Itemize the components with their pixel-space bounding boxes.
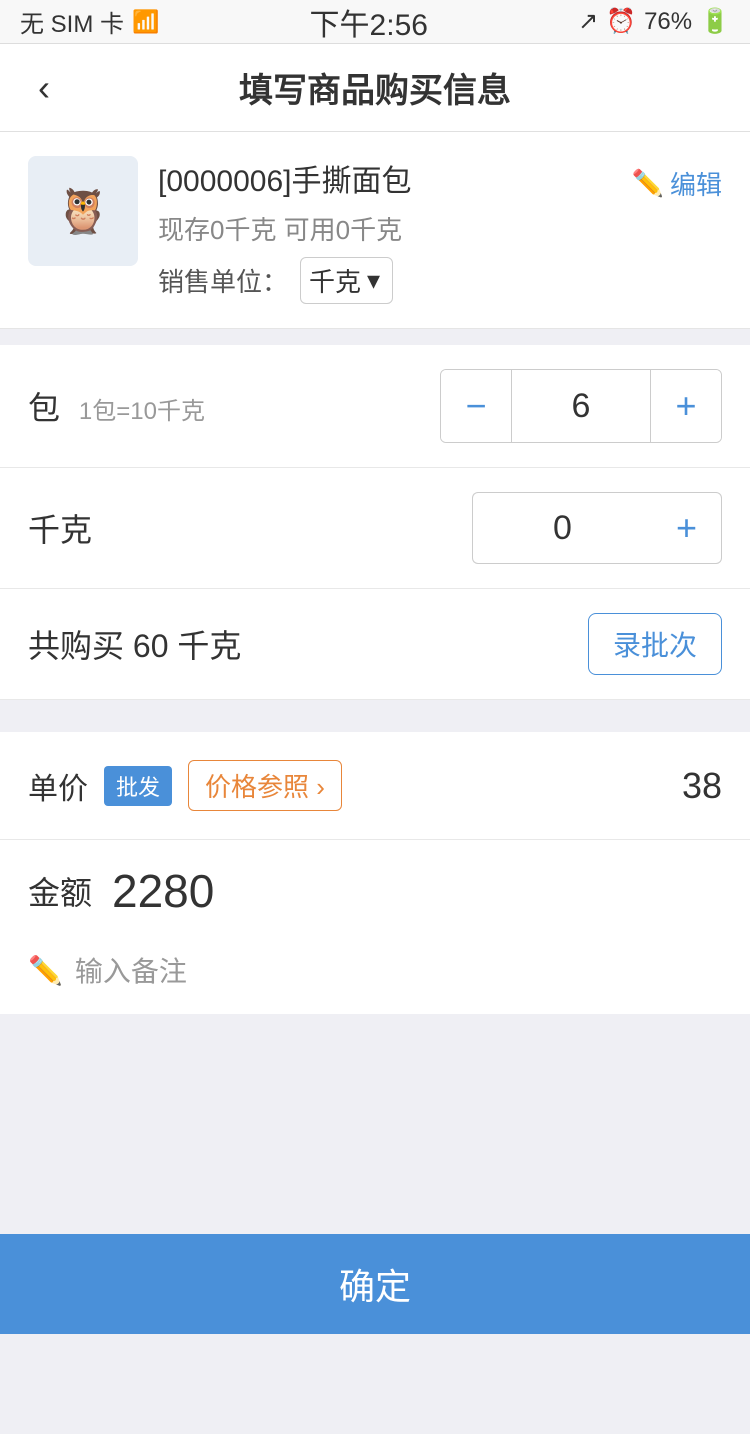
- status-right: ↗ ⏰ 76% 🔋: [578, 7, 730, 36]
- amount-label: 金额: [28, 868, 92, 914]
- price-label: 单价: [28, 764, 88, 808]
- separator-2: [0, 700, 750, 716]
- remark-row[interactable]: ✏️ 输入备注: [28, 934, 722, 1014]
- alarm-icon: ⏰: [606, 7, 636, 36]
- unit-value: 千克: [309, 262, 361, 299]
- unit-label: 销售单位：: [158, 262, 288, 299]
- product-unit-row: 销售单位： 千克 ▾: [158, 257, 722, 304]
- status-time: 下午2:56: [310, 0, 428, 44]
- price-type-tag: 批发: [104, 766, 172, 806]
- amount-row: 金额 2280: [28, 864, 722, 918]
- status-bar: 无 SIM 卡 📶 下午2:56 ↗ ⏰ 76% 🔋: [0, 0, 750, 44]
- edit-label: 编辑: [670, 165, 722, 202]
- batch-button[interactable]: 录批次: [588, 613, 722, 675]
- unit-select[interactable]: 千克 ▾: [300, 257, 393, 304]
- bao-minus-button[interactable]: −: [441, 370, 511, 442]
- amount-value: 2280: [112, 864, 214, 918]
- nav-bar: ‹ 填写商品购买信息: [0, 44, 750, 132]
- price-section: 单价 批发 价格参照 › 38: [0, 732, 750, 840]
- remark-placeholder: 输入备注: [75, 950, 187, 990]
- price-value: 38: [682, 765, 722, 807]
- confirm-button[interactable]: 确定: [0, 1234, 750, 1334]
- kg-row: 千克 +: [0, 468, 750, 589]
- total-row: 共购买 60 千克 录批次: [0, 589, 750, 700]
- kg-control: +: [472, 492, 722, 564]
- kg-label: 千克: [28, 505, 452, 551]
- battery-indicator: 76%: [644, 8, 692, 36]
- bao-hint: 1包=10千克: [79, 398, 205, 425]
- carrier-text: 无 SIM 卡: [20, 4, 124, 39]
- edit-button[interactable]: ✏️ 编辑: [632, 165, 722, 202]
- status-left: 无 SIM 卡 📶: [20, 4, 159, 39]
- product-owl-icon: 🦉: [56, 185, 111, 237]
- total-text: 共购买 60 千克: [28, 621, 241, 667]
- back-button[interactable]: ‹: [28, 57, 60, 119]
- location-icon: ↗: [578, 7, 598, 36]
- product-card: 🦉 [0000006]手撕面包 ✏️ 编辑 现存0千克 可用0千克 销售单位： …: [0, 132, 750, 329]
- separator-1: [0, 329, 750, 345]
- kg-qty-input[interactable]: [472, 492, 652, 564]
- chevron-down-icon: ▾: [367, 265, 380, 296]
- edit-icon: ✏️: [632, 168, 664, 199]
- page-title: 填写商品购买信息: [239, 63, 511, 112]
- pencil-icon: ✏️: [28, 954, 63, 987]
- price-row: 单价 批发 价格参照 › 38: [0, 732, 750, 840]
- battery-icon: 🔋: [700, 7, 730, 36]
- price-ref-button[interactable]: 价格参照 ›: [188, 760, 342, 811]
- product-thumbnail: 🦉: [28, 156, 138, 266]
- product-info: [0000006]手撕面包 ✏️ 编辑 现存0千克 可用0千克 销售单位： 千克…: [158, 156, 722, 304]
- bao-label: 包 1包=10千克: [28, 383, 420, 429]
- input-section: 包 1包=10千克 − + 千克 +: [0, 345, 750, 589]
- product-name: [0000006]手撕面包: [158, 156, 411, 200]
- bao-qty-control: − +: [440, 369, 722, 443]
- product-stock: 现存0千克 可用0千克: [158, 210, 722, 247]
- bao-row: 包 1包=10千克 − +: [0, 345, 750, 468]
- bao-qty-input[interactable]: [511, 370, 651, 442]
- wifi-icon: 📶: [132, 9, 159, 35]
- kg-plus-button[interactable]: +: [652, 492, 722, 564]
- bao-plus-button[interactable]: +: [651, 370, 721, 442]
- amount-section: 金额 2280 ✏️ 输入备注: [0, 840, 750, 1014]
